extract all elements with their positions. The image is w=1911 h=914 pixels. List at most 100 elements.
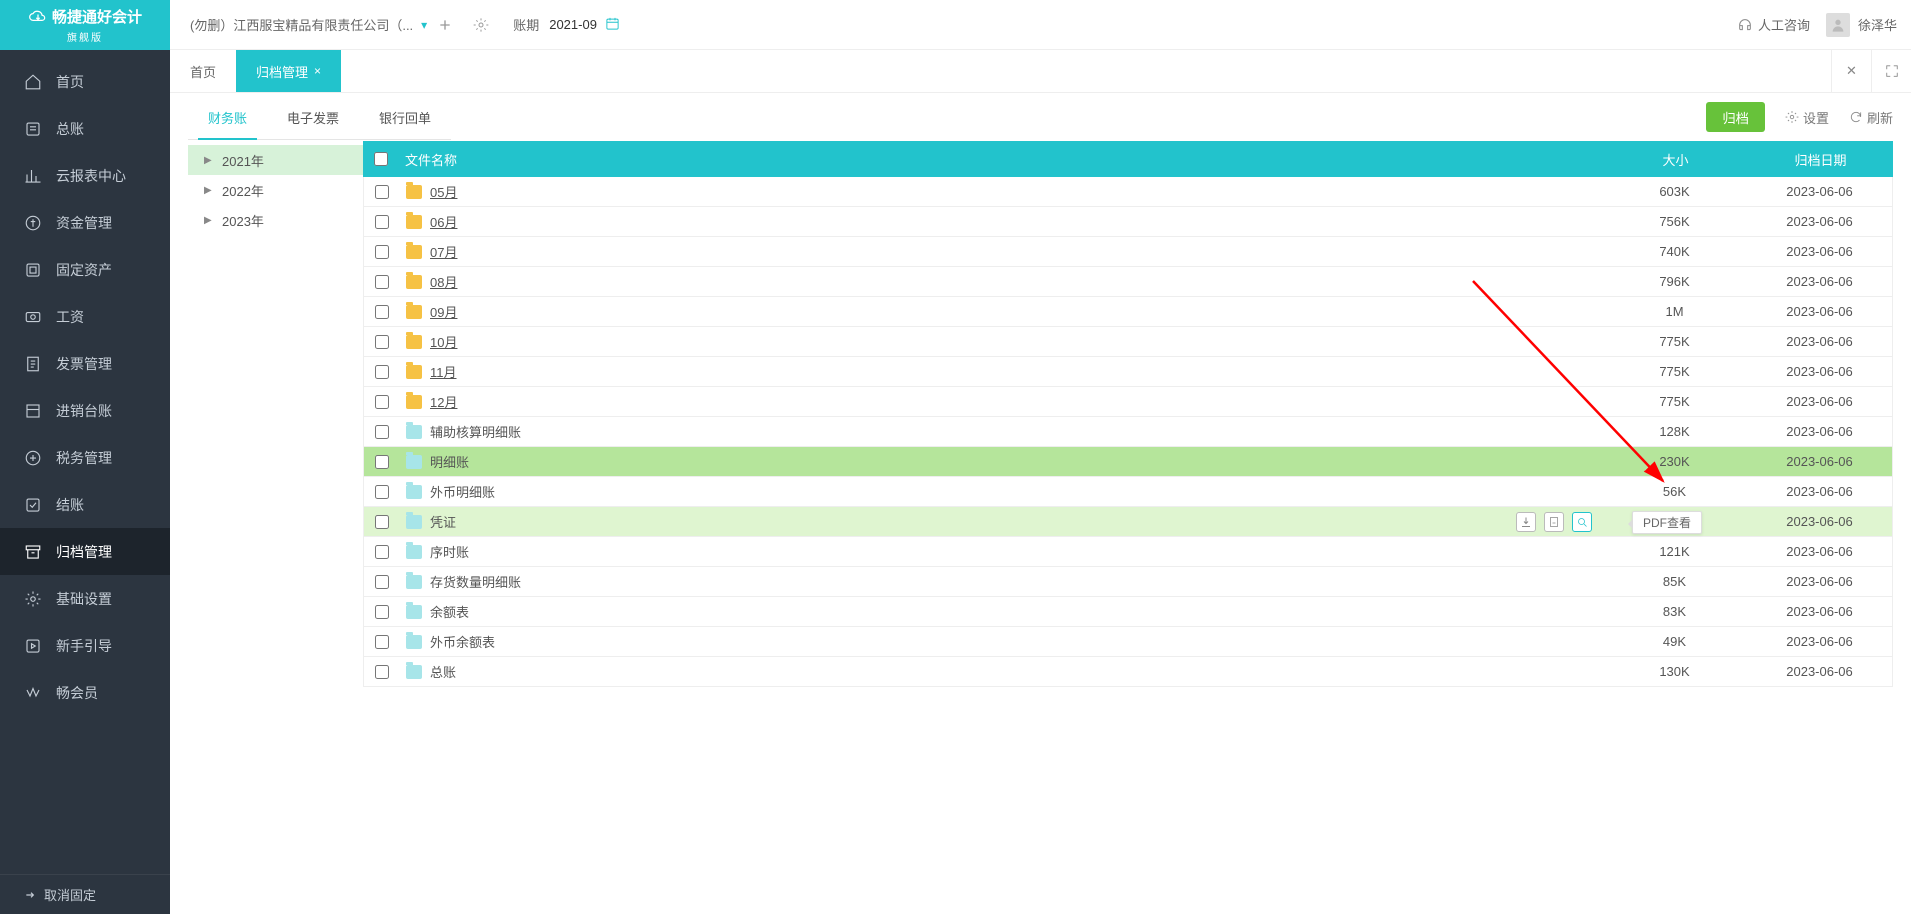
file-name: 余额表 <box>430 602 469 621</box>
calendar-icon[interactable] <box>605 16 620 34</box>
consult-button[interactable]: 人工咨询 <box>1737 15 1810 34</box>
table-row: 06月756K2023-06-06 <box>363 207 1893 237</box>
row-checkbox[interactable] <box>375 305 389 319</box>
file-link[interactable]: 11月 <box>430 362 457 381</box>
file-name: 明细账 <box>430 452 469 471</box>
table-row: 余额表83K2023-06-06 <box>363 597 1893 627</box>
table-row: 11月775K2023-06-06 <box>363 357 1893 387</box>
row-checkbox[interactable] <box>375 665 389 679</box>
pdf-icon[interactable] <box>1544 512 1564 532</box>
row-checkbox[interactable] <box>375 575 389 589</box>
cell-date: 2023-06-06 <box>1747 514 1892 529</box>
row-checkbox[interactable] <box>375 215 389 229</box>
download-icon[interactable] <box>1516 512 1536 532</box>
file-link[interactable]: 12月 <box>430 392 457 411</box>
select-all-checkbox[interactable] <box>374 152 388 166</box>
topbar: (勿删）江西服宝精品有限责任公司（... ▾ 账期 2021-09 人工咨询 徐… <box>170 0 1911 50</box>
cell-date: 2023-06-06 <box>1747 424 1892 439</box>
cell-size: 603K <box>1602 184 1747 199</box>
gear-icon[interactable] <box>473 17 489 33</box>
sidebar-item-label: 税务管理 <box>56 448 112 468</box>
sidebar-item-book[interactable]: 进销台账 <box>0 387 170 434</box>
sidebar-item-money[interactable]: 资金管理 <box>0 199 170 246</box>
sidebar-item-archive[interactable]: 归档管理 <box>0 528 170 575</box>
file-link[interactable]: 07月 <box>430 242 457 261</box>
cell-size: 230K <box>1602 454 1747 469</box>
fullscreen-button[interactable] <box>1871 50 1911 92</box>
cell-name: 外币余额表 <box>400 632 1602 651</box>
sidebar-item-label: 结账 <box>56 495 84 515</box>
row-checkbox[interactable] <box>375 245 389 259</box>
tab-首页[interactable]: 首页 <box>170 50 236 92</box>
row-checkbox[interactable] <box>375 335 389 349</box>
unpin-label: 取消固定 <box>44 885 96 904</box>
file-link[interactable]: 06月 <box>430 212 457 231</box>
tab-close-icon[interactable]: × <box>314 64 321 78</box>
sidebar-item-close[interactable]: 结账 <box>0 481 170 528</box>
tab-归档管理[interactable]: 归档管理× <box>236 50 341 92</box>
avatar[interactable] <box>1826 13 1850 37</box>
pdf-view-icon[interactable] <box>1572 512 1592 532</box>
pin-icon <box>24 888 38 902</box>
archive-icon <box>24 543 42 561</box>
cell-date: 2023-06-06 <box>1747 574 1892 589</box>
sidebar-item-label: 固定资产 <box>56 260 112 280</box>
cell-size: 121K <box>1602 544 1747 559</box>
file-link[interactable]: 05月 <box>430 182 457 201</box>
sidebar-item-label: 工资 <box>56 307 84 327</box>
sidebar-item-label: 归档管理 <box>56 542 112 562</box>
sidebar-item-tax[interactable]: 税务管理 <box>0 434 170 481</box>
row-checkbox[interactable] <box>375 365 389 379</box>
sidebar-item-vip[interactable]: 畅会员 <box>0 669 170 716</box>
sidebar-item-chart[interactable]: 云报表中心 <box>0 152 170 199</box>
table-row: 10月775K2023-06-06 <box>363 327 1893 357</box>
row-checkbox[interactable] <box>375 185 389 199</box>
sidebar: 畅捷通好会计 旗舰版 首页总账云报表中心资金管理固定资产工资发票管理进销台账税务… <box>0 0 170 914</box>
row-checkbox[interactable] <box>375 515 389 529</box>
table-header: 文件名称 大小 归档日期 <box>363 141 1893 177</box>
row-checkbox[interactable] <box>375 455 389 469</box>
sidebar-item-guide[interactable]: 新手引导 <box>0 622 170 669</box>
gear-icon <box>24 590 42 608</box>
file-link[interactable]: 08月 <box>430 272 457 291</box>
archive-button[interactable]: 归档 <box>1706 102 1765 132</box>
refresh-button[interactable]: 刷新 <box>1849 108 1893 127</box>
company-selector[interactable]: (勿删）江西服宝精品有限责任公司（... ▾ <box>190 15 427 34</box>
cell-date: 2023-06-06 <box>1747 274 1892 289</box>
row-checkbox[interactable] <box>375 425 389 439</box>
subtab-电子发票[interactable]: 电子发票 <box>267 94 359 139</box>
tree-item[interactable]: ▶2021年 <box>188 145 363 175</box>
row-checkbox[interactable] <box>375 485 389 499</box>
vip-icon <box>24 684 42 702</box>
row-checkbox[interactable] <box>375 395 389 409</box>
row-checkbox[interactable] <box>375 545 389 559</box>
sidebar-item-ledger[interactable]: 总账 <box>0 105 170 152</box>
file-link[interactable]: 10月 <box>430 332 457 351</box>
cell-name: 总账 <box>400 662 1602 681</box>
sidebar-item-salary[interactable]: 工资 <box>0 293 170 340</box>
subtab-银行回单[interactable]: 银行回单 <box>359 94 451 139</box>
subtab-财务账[interactable]: 财务账 <box>188 94 267 139</box>
tree-item[interactable]: ▶2023年 <box>188 205 363 235</box>
row-checkbox[interactable] <box>375 275 389 289</box>
sidebar-item-asset[interactable]: 固定资产 <box>0 246 170 293</box>
sidebar-item-gear[interactable]: 基础设置 <box>0 575 170 622</box>
row-checkbox[interactable] <box>375 635 389 649</box>
logo-title: 畅捷通好会计 <box>52 6 142 27</box>
col-name: 文件名称 <box>399 150 1603 169</box>
col-size: 大小 <box>1603 150 1748 169</box>
add-icon[interactable] <box>437 17 453 33</box>
unpin-button[interactable]: 取消固定 <box>0 874 170 914</box>
sidebar-item-invoice[interactable]: 发票管理 <box>0 340 170 387</box>
file-name: 辅助核算明细账 <box>430 422 521 441</box>
row-checkbox[interactable] <box>375 605 389 619</box>
file-link[interactable]: 09月 <box>430 302 457 321</box>
cell-date: 2023-06-06 <box>1747 334 1892 349</box>
sidebar-item-label: 总账 <box>56 119 84 139</box>
table-row: 总账130K2023-06-06 <box>363 657 1893 687</box>
settings-button[interactable]: 设置 <box>1785 108 1829 127</box>
close-button[interactable]: ✕ <box>1831 50 1871 92</box>
tree-item[interactable]: ▶2022年 <box>188 175 363 205</box>
sidebar-item-home[interactable]: 首页 <box>0 58 170 105</box>
table-row: 明细账230K2023-06-06 <box>363 447 1893 477</box>
